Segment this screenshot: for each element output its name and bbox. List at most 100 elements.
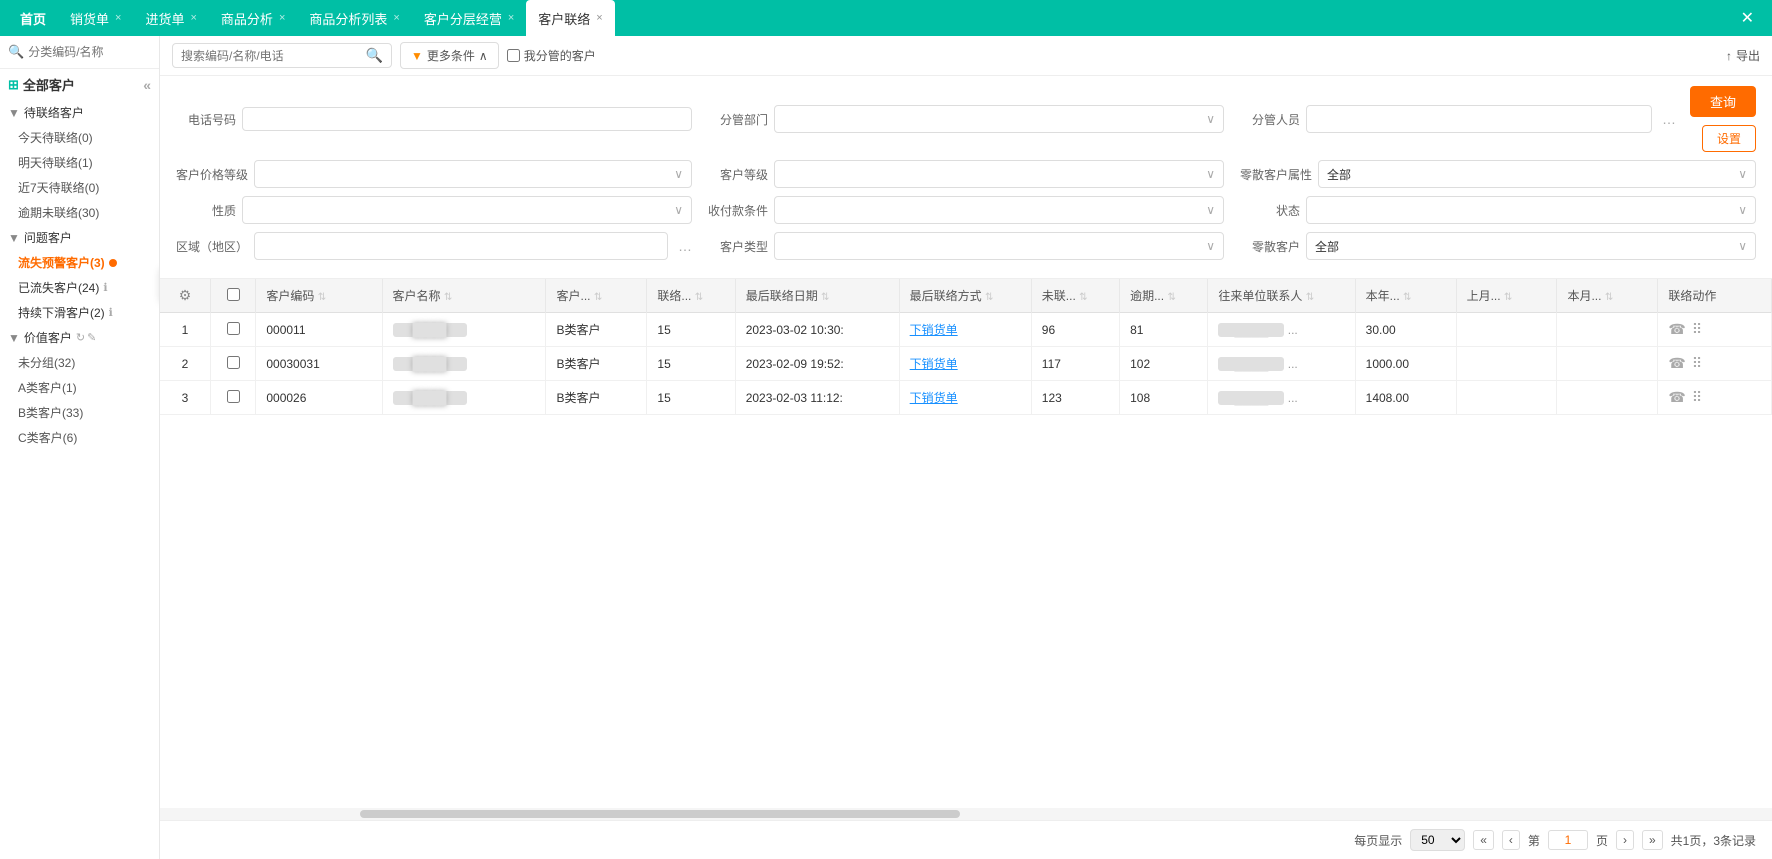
sidebar-group-problem[interactable]: ▼ 问题客户 bbox=[0, 225, 159, 250]
value-edit-icon[interactable]: ✎ bbox=[87, 331, 96, 344]
value-refresh-icon[interactable]: ↻ bbox=[76, 331, 85, 344]
th-action: 联络动作 bbox=[1658, 279, 1772, 313]
close-all-button[interactable]: ✕ bbox=[1731, 8, 1764, 28]
overdue-sort-icon[interactable]: ⇅ bbox=[1167, 292, 1175, 303]
retail-attr-select[interactable]: 全部 ∨ bbox=[1318, 160, 1756, 188]
person-dots[interactable]: … bbox=[1662, 111, 1676, 127]
horizontal-scrollbar[interactable] bbox=[160, 808, 1772, 820]
next-page-button[interactable]: › bbox=[1616, 830, 1634, 850]
nav-tab-customer-mgmt-label: 客户分层经营 bbox=[424, 9, 502, 28]
filter-retail-attr: 零散客户属性 全部 ∨ bbox=[1240, 160, 1756, 188]
sidebar-search-input[interactable] bbox=[28, 45, 151, 59]
nav-tab-customer-mgmt-close[interactable]: × bbox=[508, 12, 514, 24]
phone-input[interactable] bbox=[242, 107, 692, 131]
gear-icon[interactable]: ⚙ bbox=[179, 287, 192, 303]
collapse-icon[interactable]: « bbox=[143, 77, 151, 93]
price-grade-select[interactable]: ∨ bbox=[254, 160, 692, 188]
contact-action-icon[interactable]: ☎ bbox=[1668, 355, 1685, 372]
nav-tab-customer-mgmt[interactable]: 客户分层经营 × bbox=[412, 0, 526, 36]
query-button[interactable]: 查询 bbox=[1690, 86, 1756, 117]
more-action-icon[interactable]: ⠿ bbox=[1692, 321, 1702, 338]
date-sort-icon[interactable]: ⇅ bbox=[821, 292, 829, 303]
search-button[interactable]: 🔍 bbox=[366, 47, 383, 64]
name-sort-icon[interactable]: ⇅ bbox=[444, 292, 452, 303]
more-action-icon[interactable]: ⠿ bbox=[1692, 389, 1702, 406]
row-checkbox[interactable] bbox=[227, 356, 240, 369]
nav-tab-purchase-close[interactable]: × bbox=[190, 12, 196, 24]
page-size-select[interactable]: 50 100 200 bbox=[1410, 829, 1465, 851]
last-method-link[interactable]: 下销货单 bbox=[910, 323, 958, 337]
customer-type-select[interactable]: ∨ bbox=[774, 232, 1224, 260]
nav-tab-sales[interactable]: 销货单 × bbox=[58, 0, 133, 36]
nav-tab-analysis[interactable]: 商品分析 × bbox=[209, 0, 297, 36]
contact-action-icon[interactable]: ☎ bbox=[1668, 321, 1685, 338]
page-label-after: 页 bbox=[1596, 832, 1608, 849]
nav-tab-customer-contact-close[interactable]: × bbox=[596, 12, 602, 24]
person-select[interactable] bbox=[1306, 105, 1652, 133]
my-customers-checkbox[interactable] bbox=[507, 49, 520, 62]
status-select[interactable]: ∨ bbox=[1306, 196, 1756, 224]
sidebar-item-overdue[interactable]: 逾期未联络(30) bbox=[0, 200, 159, 225]
sidebar-group-pending[interactable]: ▼ 待联络客户 bbox=[0, 100, 159, 125]
year-sort-icon[interactable]: ⇅ bbox=[1403, 292, 1411, 303]
row-checkbox[interactable] bbox=[227, 390, 240, 403]
settings-button[interactable]: 设置 bbox=[1702, 125, 1756, 152]
scrollbar-thumb[interactable] bbox=[360, 810, 960, 818]
sidebar-item-7days[interactable]: 近7天待联络(0) bbox=[0, 175, 159, 200]
first-page-button[interactable]: « bbox=[1473, 830, 1494, 850]
row-last-method: 下销货单 bbox=[899, 347, 1031, 381]
declining-label: 持续下滑客户(2) bbox=[18, 304, 105, 321]
nav-tab-analysis-list-close[interactable]: × bbox=[393, 12, 399, 24]
nav-tab-home[interactable]: 首页 bbox=[8, 0, 58, 36]
export-button[interactable]: ↑ 导出 bbox=[1726, 47, 1760, 64]
sidebar-item-tomorrow[interactable]: 明天待联络(1) bbox=[0, 150, 159, 175]
type-sort-icon[interactable]: ⇅ bbox=[594, 292, 602, 303]
nav-tab-analysis-close[interactable]: × bbox=[279, 12, 285, 24]
last-method-link[interactable]: 下销货单 bbox=[910, 357, 958, 371]
nav-tab-purchase[interactable]: 进货单 × bbox=[133, 0, 208, 36]
select-all-checkbox[interactable] bbox=[227, 288, 240, 301]
uncontact-sort-icon[interactable]: ⇅ bbox=[1079, 292, 1087, 303]
sidebar-all-customers[interactable]: ⊞ 全部客户 « bbox=[0, 69, 159, 100]
code-sort-icon[interactable]: ⇅ bbox=[318, 292, 326, 303]
last-month-sort-icon[interactable]: ⇅ bbox=[1504, 292, 1512, 303]
page-number-input[interactable] bbox=[1548, 830, 1588, 850]
nav-tab-analysis-list[interactable]: 商品分析列表 × bbox=[297, 0, 411, 36]
sidebar-item-today[interactable]: 今天待联络(0) bbox=[0, 125, 159, 150]
last-page-button[interactable]: » bbox=[1642, 830, 1663, 850]
this-month-sort-icon[interactable]: ⇅ bbox=[1605, 292, 1613, 303]
content-area: 🔍 ▼ 更多条件 ∧ 我分管的客户 ↑ 导出 电话号码 bbox=[160, 36, 1772, 859]
sidebar-item-churn-warning[interactable]: 流失预警客户(3) bbox=[0, 250, 159, 275]
more-action-icon[interactable]: ⠿ bbox=[1692, 355, 1702, 372]
sidebar-item-classA[interactable]: A类客户(1) bbox=[0, 375, 159, 400]
customer-grade-select[interactable]: ∨ bbox=[774, 160, 1224, 188]
region-dots[interactable]: … bbox=[678, 238, 692, 254]
sidebar-group-value[interactable]: ▼ 价值客户 ↻ ✎ bbox=[0, 325, 159, 350]
nav-tab-sales-close[interactable]: × bbox=[115, 12, 121, 24]
customer-grade-arrow: ∨ bbox=[1206, 167, 1215, 181]
row-type: B类客户 bbox=[546, 313, 647, 347]
search-input[interactable] bbox=[181, 49, 366, 63]
nature-select[interactable]: ∨ bbox=[242, 196, 692, 224]
row-name: ████ bbox=[382, 313, 546, 347]
last-method-link[interactable]: 下销货单 bbox=[910, 391, 958, 405]
filter-price-grade: 客户价格等级 ∨ bbox=[176, 160, 692, 188]
contact-sort-icon[interactable]: ⇅ bbox=[695, 292, 703, 303]
prev-page-button[interactable]: ‹ bbox=[1502, 830, 1520, 850]
7days-label: 近7天待联络(0) bbox=[18, 181, 99, 195]
payment-select[interactable]: ∨ bbox=[774, 196, 1224, 224]
dept-select[interactable]: ∨ bbox=[774, 105, 1224, 133]
person-sort-icon[interactable]: ⇅ bbox=[1306, 292, 1314, 303]
sidebar-item-churned[interactable]: 已流失客户(24) ℹ bbox=[0, 275, 159, 300]
sidebar-item-classB[interactable]: B类客户(33) bbox=[0, 400, 159, 425]
sidebar-item-declining[interactable]: 持续下滑客户(2) ℹ bbox=[0, 300, 159, 325]
nav-tab-customer-contact[interactable]: 客户联络 × bbox=[526, 0, 614, 36]
sidebar-item-ungrouped[interactable]: 未分组(32) bbox=[0, 350, 159, 375]
row-checkbox[interactable] bbox=[227, 322, 240, 335]
method-sort-icon[interactable]: ⇅ bbox=[985, 292, 993, 303]
retail-select[interactable]: 全部 ∨ bbox=[1306, 232, 1756, 260]
filter-more-button[interactable]: ▼ 更多条件 ∧ bbox=[400, 42, 499, 69]
sidebar-item-classC[interactable]: C类客户(6) bbox=[0, 425, 159, 450]
contact-action-icon[interactable]: ☎ bbox=[1668, 389, 1685, 406]
region-select[interactable] bbox=[254, 232, 668, 260]
